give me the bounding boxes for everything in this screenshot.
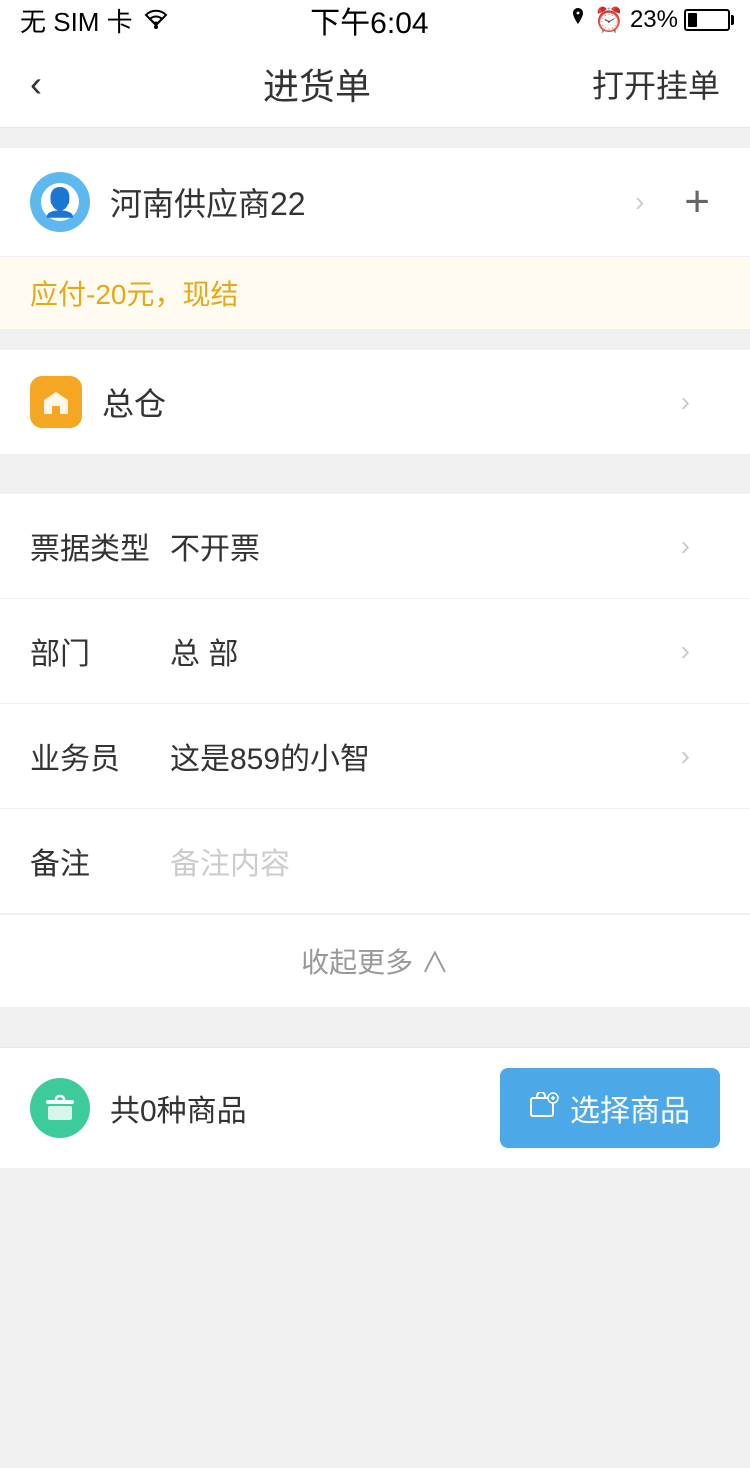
status-bar: 无 SIM 卡 下午6:04 ⏰ 23% bbox=[0, 0, 750, 40]
remark-input[interactable]: 备注内容 bbox=[170, 839, 720, 883]
warehouse-chevron-icon: › bbox=[681, 386, 690, 418]
sales-chevron-icon: › bbox=[681, 740, 690, 772]
warehouse-icon bbox=[30, 376, 82, 428]
sales-label: 业务员 bbox=[30, 734, 170, 778]
page-title: 进货单 bbox=[263, 58, 371, 110]
warehouse-name: 总仓 bbox=[102, 379, 681, 425]
location-icon bbox=[568, 6, 588, 35]
section-gap-top bbox=[0, 128, 750, 148]
supplier-row[interactable]: 👤 河南供应商22 › + bbox=[0, 148, 750, 257]
sales-value: 这是859的小智 bbox=[170, 734, 681, 778]
supplier-chevron-icon: › bbox=[635, 186, 644, 218]
select-product-icon bbox=[530, 1092, 560, 1125]
battery-icon bbox=[684, 9, 730, 31]
dept-chevron-icon: › bbox=[681, 635, 690, 667]
section-gap-2 bbox=[0, 454, 750, 474]
dept-row[interactable]: 部门 总 部 › bbox=[0, 599, 750, 704]
collapse-text: 收起更多 ∧ bbox=[301, 941, 449, 981]
product-count: 共0种商品 bbox=[110, 1086, 500, 1130]
wifi-icon bbox=[141, 5, 171, 36]
invoice-row[interactable]: 票据类型 不开票 › bbox=[0, 494, 750, 599]
add-supplier-button[interactable]: + bbox=[674, 177, 720, 227]
supplier-name: 河南供应商22 bbox=[110, 179, 635, 225]
open-pending-button[interactable]: 打开挂单 bbox=[592, 61, 720, 107]
back-button[interactable]: ‹ bbox=[30, 63, 42, 105]
status-left: 无 SIM 卡 bbox=[20, 2, 171, 39]
alarm-icon: ⏰ bbox=[594, 6, 624, 35]
rest-area bbox=[0, 1168, 750, 1468]
select-product-label: 选择商品 bbox=[570, 1086, 690, 1130]
dept-label: 部门 bbox=[30, 629, 170, 673]
remark-label: 备注 bbox=[30, 839, 170, 883]
nav-bar: ‹ 进货单 打开挂单 bbox=[0, 40, 750, 128]
collapse-row[interactable]: 收起更多 ∧ bbox=[0, 914, 750, 1007]
product-icon bbox=[30, 1078, 90, 1138]
battery-text: 23% bbox=[630, 6, 678, 34]
warehouse-row[interactable]: 总仓 › bbox=[0, 350, 750, 454]
warehouse-section: 总仓 › bbox=[0, 350, 750, 454]
form-section: 票据类型 不开票 › 部门 总 部 › 业务员 这是859的小智 › 备注 备注… bbox=[0, 494, 750, 1007]
status-right: ⏰ 23% bbox=[568, 6, 730, 35]
dept-value: 总 部 bbox=[170, 629, 681, 673]
supplier-section: 👤 河南供应商22 › + 应付-20元，现结 bbox=[0, 148, 750, 330]
sales-row[interactable]: 业务员 这是859的小智 › bbox=[0, 704, 750, 809]
section-gap-1 bbox=[0, 330, 750, 350]
section-gap-3 bbox=[0, 1007, 750, 1027]
remark-row[interactable]: 备注 备注内容 bbox=[0, 809, 750, 914]
supplier-notice: 应付-20元，现结 bbox=[0, 257, 750, 330]
status-time: 下午6:04 bbox=[310, 0, 428, 42]
bottom-bar: 共0种商品 选择商品 bbox=[0, 1047, 750, 1168]
avatar-icon: 👤 bbox=[43, 186, 78, 219]
invoice-value: 不开票 bbox=[170, 524, 681, 568]
select-product-button[interactable]: 选择商品 bbox=[500, 1068, 720, 1148]
invoice-chevron-icon: › bbox=[681, 530, 690, 562]
signal-text: 无 SIM 卡 bbox=[20, 2, 133, 39]
invoice-label: 票据类型 bbox=[30, 524, 170, 568]
supplier-avatar: 👤 bbox=[30, 172, 90, 232]
